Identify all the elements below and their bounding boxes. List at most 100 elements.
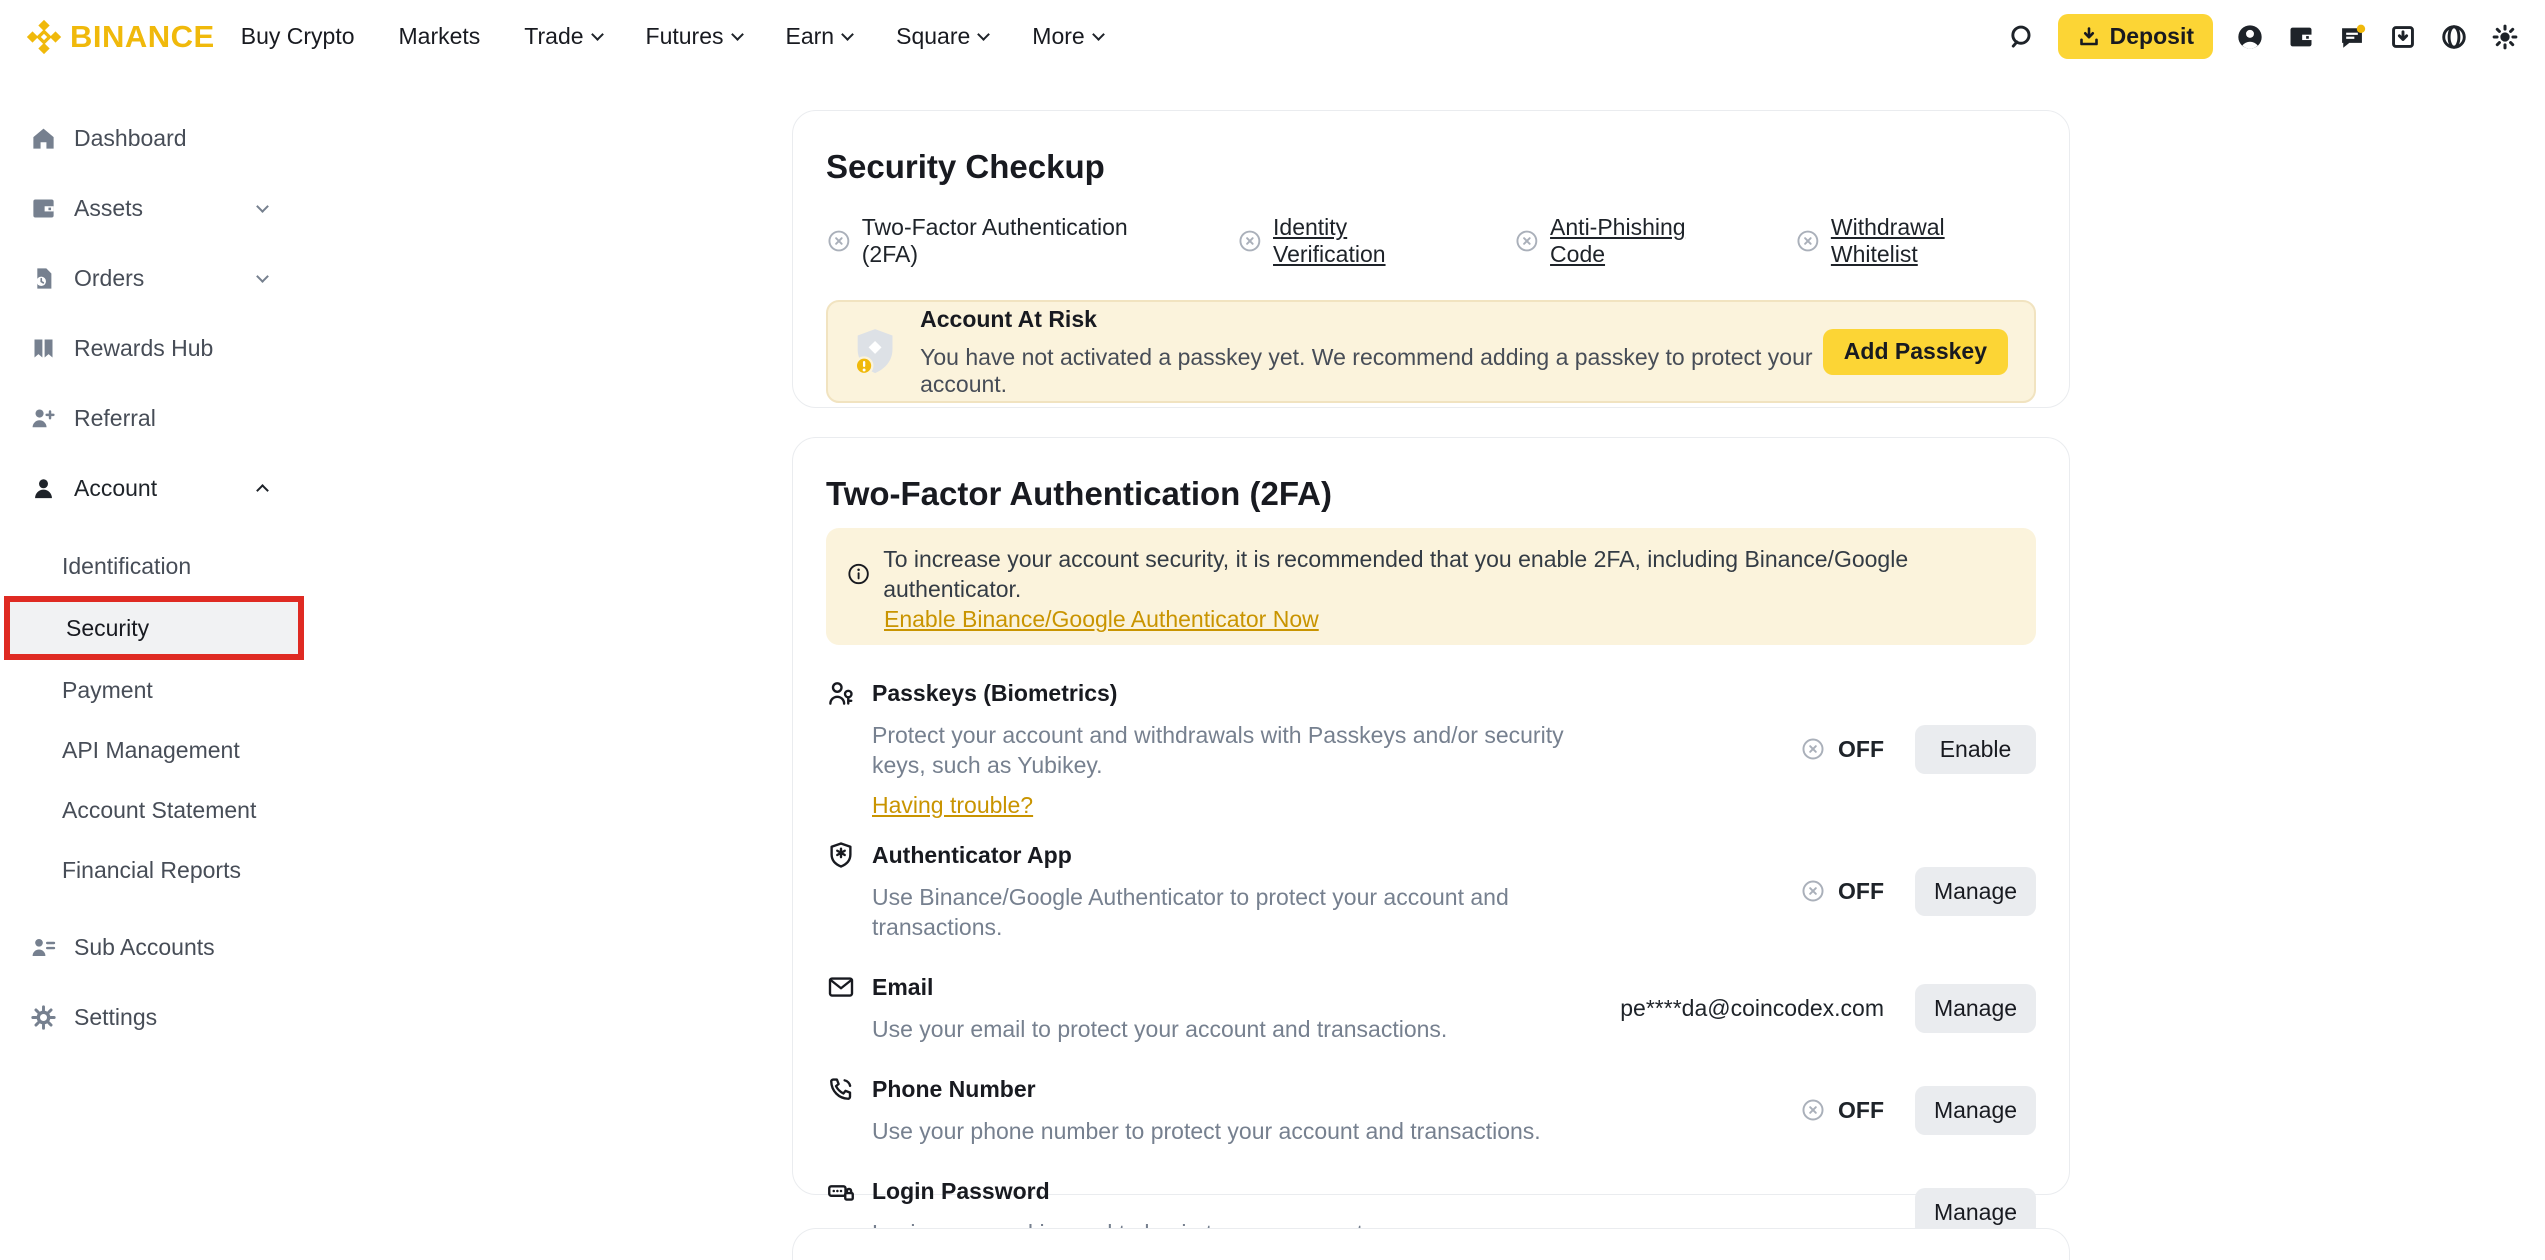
nav-square[interactable]: Square — [896, 23, 991, 50]
sidebar-item-orders[interactable]: Orders — [0, 256, 307, 300]
sidebar-item-label: Orders — [74, 264, 145, 291]
sidebar-item-rewards-hub[interactable]: Rewards Hub — [0, 326, 307, 370]
sidebar-item-account[interactable]: Account — [0, 466, 307, 510]
banner-title: Account At Risk — [920, 305, 1097, 332]
navbar-actions: Deposit — [2008, 14, 2519, 59]
sub-accounts-icon — [32, 938, 56, 956]
having-trouble-link[interactable]: Having trouble? — [872, 790, 1033, 820]
checkup-item-withdrawal-whitelist[interactable]: Withdrawal Whitelist — [1795, 214, 2036, 268]
row-description: Use Binance/Google Authenticator to prot… — [872, 884, 1509, 940]
manage-phone-button[interactable]: Manage — [1915, 1085, 2036, 1135]
sidebar-item-settings[interactable]: Settings — [0, 995, 307, 1039]
circled-x-icon — [1802, 738, 1824, 760]
nav-futures-label: Futures — [645, 23, 724, 49]
row-title-label: Authenticator App — [872, 842, 1072, 868]
download-app-button[interactable] — [2389, 23, 2417, 51]
sidebar-item-financial-reports[interactable]: Financial Reports — [0, 840, 307, 900]
checkup-item-label[interactable]: Anti-Phishing Code — [1550, 214, 1745, 268]
sidebar-item-label: Sub Accounts — [74, 933, 215, 960]
twofa-notice-text: To increase your account security, it is… — [883, 546, 1909, 602]
shield-warning-icon — [854, 328, 893, 375]
profile-button[interactable] — [2236, 23, 2264, 51]
sidebar-item-label: Settings — [74, 1003, 158, 1030]
rewards-icon — [34, 339, 53, 357]
account-sidebar: Dashboard Assets Orders Rewards Hub Refe… — [0, 73, 307, 1065]
circled-x-icon — [1802, 880, 1824, 902]
banner-text: Account At Risk You have not activated a… — [920, 306, 1823, 398]
circled-x-icon — [1239, 230, 1261, 252]
top-navbar: BINANCE Buy Crypto Markets Trade Futures… — [0, 0, 2545, 73]
theme-toggle-button[interactable] — [2491, 23, 2519, 51]
row-title: Email — [826, 972, 1620, 1002]
nav-futures[interactable]: Futures — [645, 23, 744, 50]
sidebar-item-label: Referral — [74, 404, 156, 431]
referral-icon — [32, 409, 55, 427]
row-description: Use your email to protect your account a… — [872, 1016, 1448, 1042]
phone-icon — [830, 1078, 852, 1100]
status-label: OFF — [1838, 877, 1884, 904]
nav-trade[interactable]: Trade — [524, 23, 604, 50]
enable-authenticator-link[interactable]: Enable Binance/Google Authenticator Now — [884, 604, 1319, 634]
checkup-item-label[interactable]: Withdrawal Whitelist — [1831, 214, 2036, 268]
row-actions: pe****da@coincodex.com Manage — [1620, 983, 2036, 1033]
sidebar-item-label: Identification — [62, 552, 192, 579]
checkup-item-label: Two-Factor Authentication (2FA) — [861, 214, 1128, 267]
twofa-row-passkeys: Passkeys (Biometrics) Protect your accou… — [826, 678, 2036, 820]
binance-logo-text: BINANCE — [70, 18, 215, 54]
account-at-risk-banner: Account At Risk You have not activated a… — [826, 300, 2036, 403]
sidebar-item-referral[interactable]: Referral — [0, 396, 307, 440]
checkup-item-2fa: Two-Factor Authentication (2FA) — [826, 214, 1187, 268]
row-title: Login Password — [826, 1176, 1884, 1206]
home-icon — [33, 128, 54, 149]
nav-markets[interactable]: Markets — [399, 23, 481, 50]
primary-nav: Buy Crypto Markets Trade Futures Earn Sq… — [241, 23, 1105, 50]
globe-icon — [2442, 24, 2466, 49]
circled-x-icon — [1802, 1099, 1824, 1121]
nav-more-label: More — [1032, 23, 1085, 49]
enable-passkeys-button[interactable]: Enable — [1915, 724, 2036, 774]
security-checkup-card: Security Checkup Two-Factor Authenticati… — [792, 110, 2070, 408]
twofa-title: Two-Factor Authentication (2FA) — [826, 475, 1332, 512]
sidebar-item-sub-accounts[interactable]: Sub Accounts — [0, 925, 307, 969]
support-chat-button[interactable] — [2338, 23, 2366, 51]
nav-earn-label: Earn — [785, 23, 835, 49]
sidebar-item-security[interactable]: Security — [4, 596, 304, 660]
row-content: Email Use your email to protect your acc… — [826, 972, 1620, 1044]
circled-x-icon — [1797, 230, 1819, 252]
row-description: Protect your account and withdrawals wit… — [872, 722, 1564, 778]
sidebar-item-dashboard[interactable]: Dashboard — [0, 116, 307, 160]
chevron-down-icon — [590, 28, 604, 41]
chevron-up-icon — [256, 484, 269, 497]
sidebar-item-account-statement[interactable]: Account Statement — [0, 780, 307, 840]
sidebar-item-label: Dashboard — [74, 124, 187, 151]
binance-logo[interactable]: BINANCE — [26, 19, 215, 55]
language-button[interactable] — [2440, 23, 2468, 51]
sidebar-item-label: Rewards Hub — [74, 334, 214, 361]
manage-authenticator-button[interactable]: Manage — [1915, 866, 2036, 916]
wallet-button[interactable] — [2287, 23, 2315, 51]
row-title: Passkeys (Biometrics) — [826, 678, 1800, 708]
status-off: OFF — [1800, 878, 1884, 905]
checkup-item-label[interactable]: Identity Verification — [1273, 214, 1464, 268]
nav-trade-label: Trade — [524, 23, 584, 49]
deposit-button[interactable]: Deposit — [2057, 14, 2213, 59]
add-passkey-button[interactable]: Add Passkey — [1822, 328, 2008, 375]
download-icon — [2392, 25, 2414, 48]
sidebar-item-identification[interactable]: Identification — [0, 536, 307, 596]
sidebar-item-assets[interactable]: Assets — [0, 186, 307, 230]
nav-buy-crypto[interactable]: Buy Crypto — [241, 23, 355, 50]
chevron-down-icon — [841, 28, 854, 41]
twofa-card: Two-Factor Authentication (2FA) To incre… — [792, 437, 2070, 1246]
sidebar-item-api-management[interactable]: API Management — [0, 720, 307, 780]
nav-earn[interactable]: Earn — [785, 23, 854, 50]
sidebar-item-label: Account Statement — [62, 796, 257, 823]
checkup-item-identity-verification[interactable]: Identity Verification — [1237, 214, 1464, 268]
checkup-item-anti-phishing-code[interactable]: Anti-Phishing Code — [1514, 214, 1745, 268]
nav-more[interactable]: More — [1032, 23, 1105, 50]
binance-logo-icon — [26, 19, 62, 54]
sidebar-item-payment[interactable]: Payment — [0, 660, 307, 720]
manage-email-button[interactable]: Manage — [1915, 983, 2036, 1033]
row-content: Authenticator App Use Binance/Google Aut… — [826, 840, 1800, 942]
status-label: OFF — [1838, 1096, 1884, 1123]
search-button[interactable] — [2008, 23, 2035, 50]
